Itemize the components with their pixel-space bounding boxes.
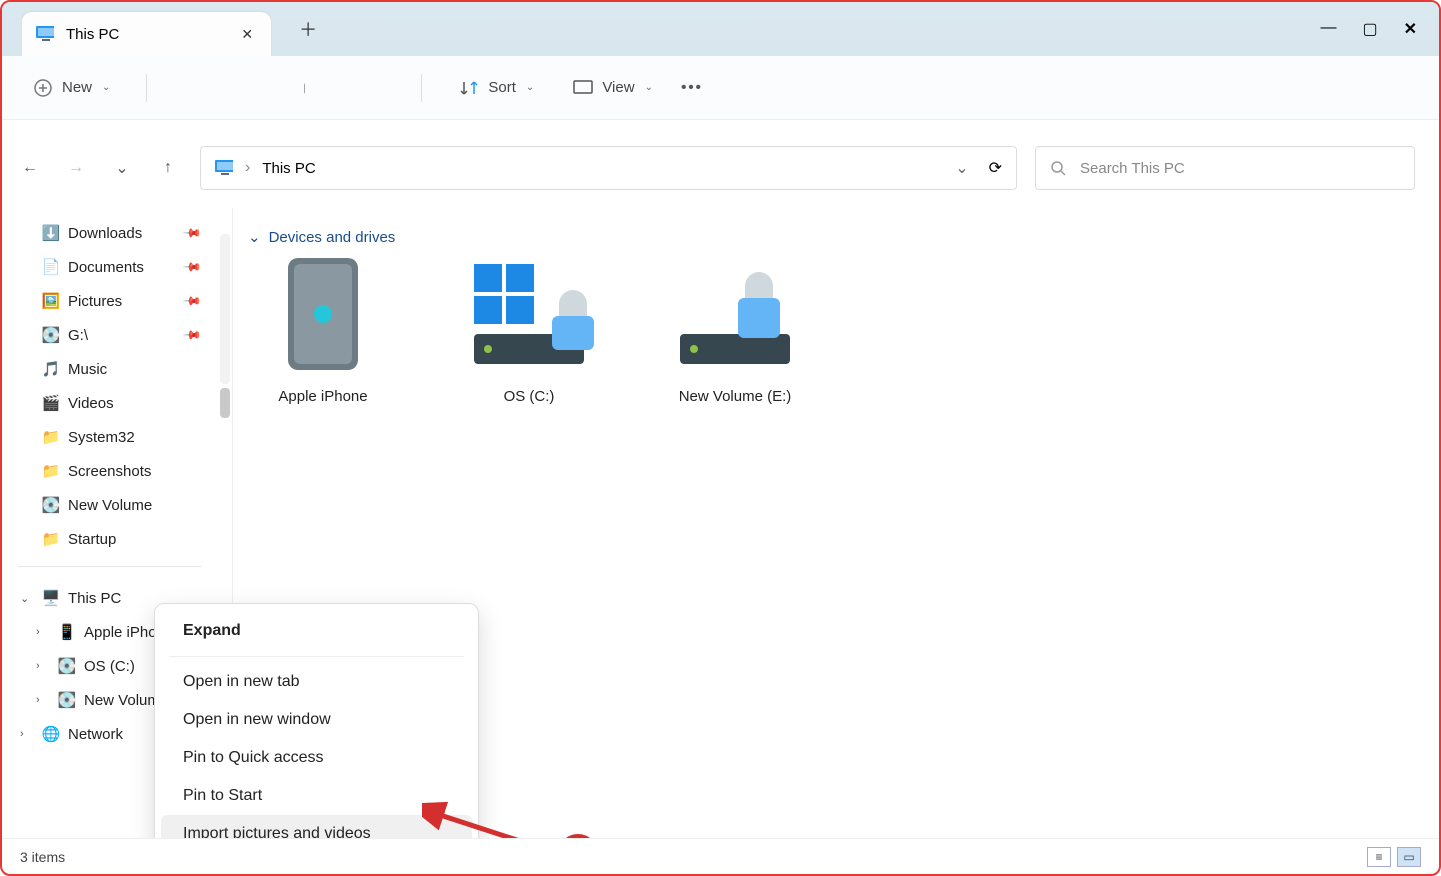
search-bar[interactable] — [1035, 146, 1415, 190]
menu-item-expand[interactable]: Expand — [161, 612, 472, 650]
menu-item-pin-quick-access[interactable]: Pin to Quick access — [161, 739, 472, 777]
new-label: New — [62, 79, 92, 96]
tab-this-pc[interactable]: This PC ✕ — [22, 12, 271, 56]
network-icon: 🌐 — [42, 725, 60, 743]
sort-label: Sort — [488, 79, 516, 96]
sort-icon — [458, 77, 480, 99]
item-count: 3 items — [20, 849, 65, 865]
icons-view-button[interactable]: ▭ — [1397, 847, 1421, 867]
window-controls: — ▢ ✕ — [1320, 19, 1439, 39]
body: ⬇️Downloads📌 📄Documents📌 🖼️Pictures📌 💽G:… — [2, 208, 1439, 838]
menu-item-open-new-tab[interactable]: Open in new tab — [161, 663, 472, 701]
drive-new-volume-e[interactable]: New Volume (E:) — [660, 264, 810, 405]
search-input[interactable] — [1080, 160, 1400, 177]
annotation-arrow-2 — [422, 798, 592, 838]
tab-title: This PC — [66, 26, 119, 43]
drive-os-c[interactable]: OS (C:) — [454, 264, 604, 405]
share-button[interactable] — [333, 77, 355, 99]
drive-apple-iphone[interactable]: Apple iPhone — [248, 264, 398, 405]
chevron-right-icon[interactable]: › — [36, 694, 50, 706]
status-bar: 3 items ≡ ▭ — [2, 838, 1439, 874]
chevron-down-icon: ⌄ — [248, 228, 261, 246]
drive-icon: 💽 — [42, 326, 60, 344]
monitor-icon — [215, 159, 233, 177]
pin-icon: 📌 — [182, 223, 202, 243]
pin-icon: 📌 — [182, 257, 202, 277]
paste-button[interactable] — [253, 77, 275, 99]
folder-icon: 📁 — [42, 530, 60, 548]
group-devices-and-drives[interactable]: ⌄ Devices and drives — [248, 228, 1415, 246]
videos-icon: 🎬 — [42, 394, 60, 412]
forward-button[interactable]: → — [62, 154, 90, 182]
pin-icon: 📌 — [182, 325, 202, 345]
new-button[interactable]: New ⌄ — [22, 71, 120, 105]
toolbar: New ⌄ Sort ⌄ View ⌄ ••• — [2, 56, 1439, 120]
drive-icon: 💽 — [58, 691, 76, 709]
sidebar-item-g-drive[interactable]: 💽G:\📌 — [14, 318, 206, 352]
refresh-button[interactable]: ⟳ — [989, 158, 1002, 178]
sidebar-item-downloads[interactable]: ⬇️Downloads📌 — [14, 216, 206, 250]
recent-button[interactable]: ⌄ — [108, 154, 136, 182]
minimize-button[interactable]: — — [1320, 19, 1336, 39]
phone-icon: 📱 — [58, 623, 76, 641]
chevron-right-icon[interactable]: › — [36, 626, 50, 638]
sidebar-item-system32[interactable]: 📁System32 — [14, 420, 206, 454]
folder-icon: 📁 — [42, 462, 60, 480]
details-view-button[interactable]: ≡ — [1367, 847, 1391, 867]
view-icon — [572, 77, 594, 99]
search-icon — [1050, 160, 1066, 176]
sidebar-item-documents[interactable]: 📄Documents📌 — [14, 250, 206, 284]
more-button[interactable]: ••• — [681, 77, 703, 99]
locked-drive-icon — [464, 264, 594, 374]
menu-item-open-new-window[interactable]: Open in new window — [161, 701, 472, 739]
up-button[interactable]: ↑ — [154, 154, 182, 182]
pin-icon: 📌 — [182, 291, 202, 311]
file-explorer-window: This PC ✕ ＋ — ▢ ✕ New ⌄ Sort ⌄ — [0, 0, 1441, 876]
chevron-down-icon: ⌄ — [102, 82, 110, 93]
chevron-down-icon[interactable]: ⌄ — [955, 158, 968, 178]
copy-button[interactable] — [213, 77, 235, 99]
music-icon: 🎵 — [42, 360, 60, 378]
delete-button[interactable] — [373, 77, 395, 99]
chevron-down-icon: ⌄ — [526, 82, 534, 93]
chevron-right-icon[interactable]: › — [20, 728, 34, 740]
locked-drive-icon — [670, 264, 800, 374]
cut-button[interactable] — [173, 77, 195, 99]
sidebar-item-startup[interactable]: 📁Startup — [14, 522, 206, 556]
pictures-icon: 🖼️ — [42, 292, 60, 310]
sort-button[interactable]: Sort ⌄ — [448, 71, 544, 105]
new-tab-button[interactable]: ＋ — [299, 16, 317, 42]
sidebar-item-videos[interactable]: 🎬Videos — [14, 386, 206, 420]
chevron-down-icon: ⌄ — [645, 82, 653, 93]
folder-icon: 📁 — [42, 428, 60, 446]
document-icon: 📄 — [42, 258, 60, 276]
sidebar-item-pictures[interactable]: 🖼️Pictures📌 — [14, 284, 206, 318]
titlebar: This PC ✕ ＋ — ▢ ✕ — [2, 2, 1439, 56]
view-button[interactable]: View ⌄ — [562, 71, 663, 105]
rename-button[interactable] — [293, 77, 315, 99]
drive-icon: 💽 — [58, 657, 76, 675]
sidebar-item-music[interactable]: 🎵Music — [14, 352, 206, 386]
phone-device-icon — [258, 264, 388, 374]
chevron-down-icon[interactable]: ⌄ — [20, 592, 34, 605]
plus-circle-icon — [32, 77, 54, 99]
navigation-row: ← → ⌄ ↑ › This PC ⌄ ⟳ — [2, 120, 1439, 208]
download-icon: ⬇️ — [42, 224, 60, 242]
maximize-button[interactable]: ▢ — [1362, 19, 1377, 39]
sidebar-item-screenshots[interactable]: 📁Screenshots — [14, 454, 206, 488]
close-window-button[interactable]: ✕ — [1404, 19, 1417, 39]
back-button[interactable]: ← — [16, 154, 44, 182]
drive-icon: 💽 — [42, 496, 60, 514]
chevron-right-icon[interactable]: › — [36, 660, 50, 672]
close-tab-icon[interactable]: ✕ — [241, 26, 253, 43]
breadcrumb[interactable]: This PC — [262, 160, 315, 177]
view-label: View — [602, 79, 634, 96]
address-bar[interactable]: › This PC ⌄ ⟳ — [200, 146, 1017, 190]
monitor-icon: 🖥️ — [42, 589, 60, 607]
sidebar-item-new-volume[interactable]: 💽New Volume — [14, 488, 206, 522]
monitor-icon — [36, 25, 54, 43]
